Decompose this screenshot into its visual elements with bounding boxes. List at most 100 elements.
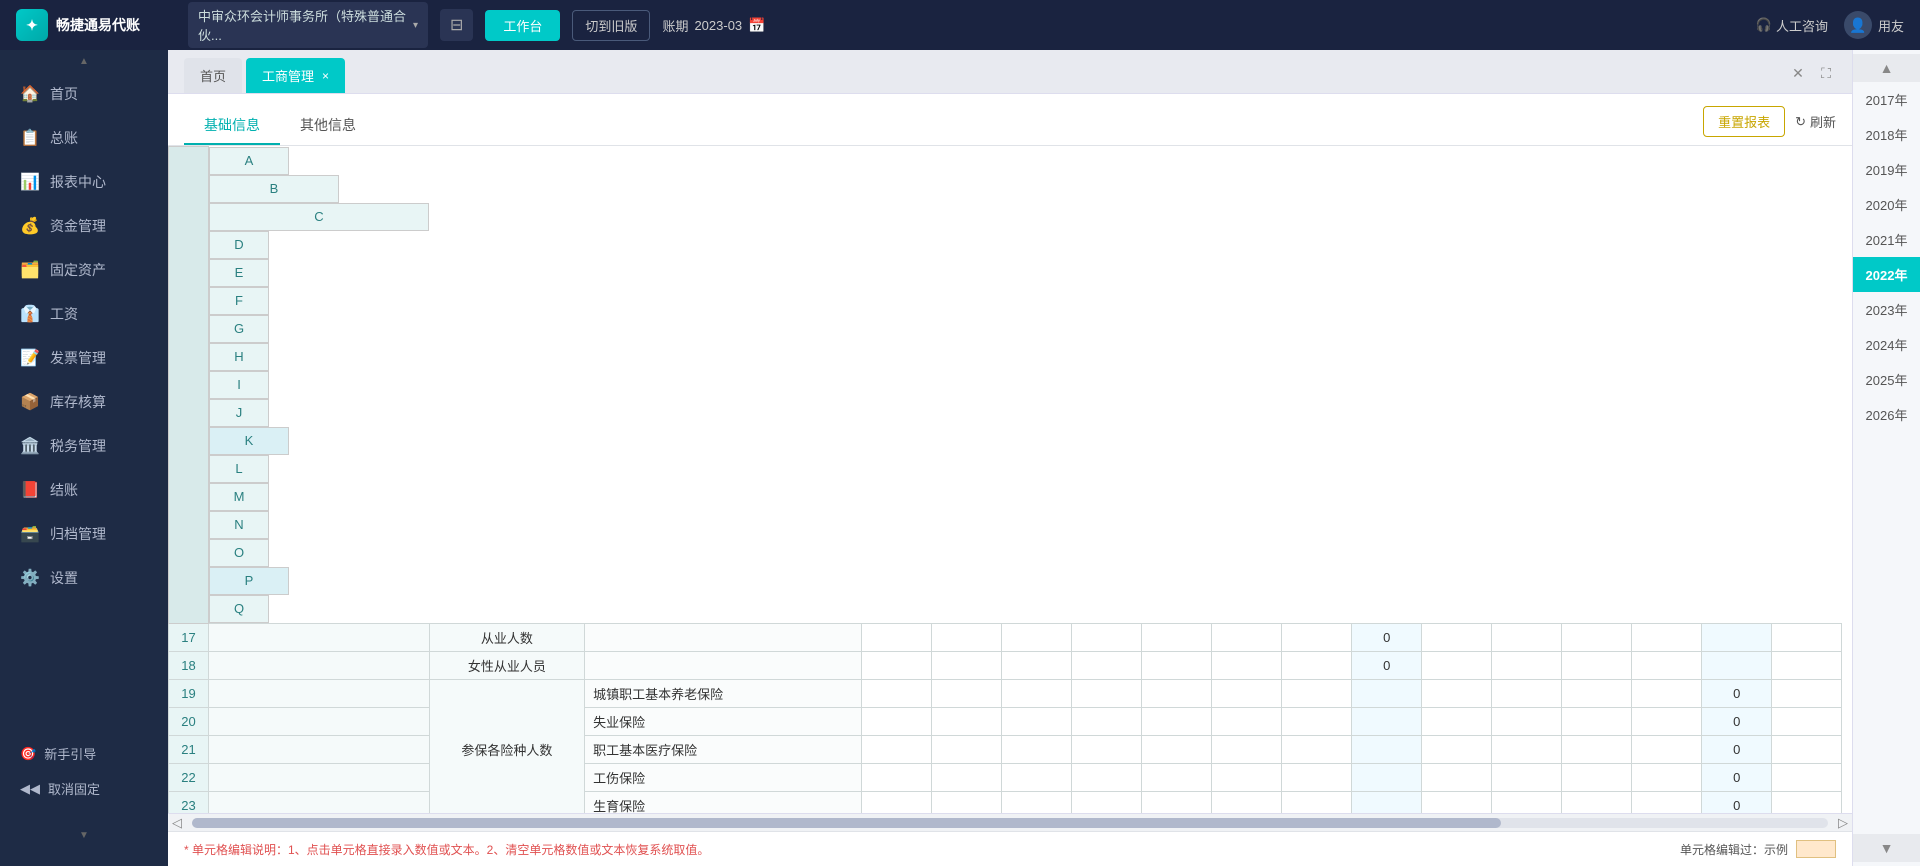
unpin-button[interactable]: ◀◀ 取消固定 (0, 771, 168, 806)
cell-d21[interactable] (862, 735, 932, 763)
expand-button[interactable]: ⛶ (1816, 64, 1836, 84)
cell-p18[interactable] (1702, 651, 1772, 679)
cell-l21[interactable] (1422, 735, 1492, 763)
cell-m20[interactable] (1492, 707, 1562, 735)
cell-h23[interactable] (1142, 791, 1212, 813)
reset-report-button[interactable]: 重置报表 (1703, 106, 1785, 137)
cell-k23[interactable] (1352, 791, 1422, 813)
scrollbar-track[interactable] (192, 818, 1829, 828)
cell-f19[interactable] (1002, 679, 1072, 707)
archive-button[interactable]: ⊟ (440, 9, 473, 41)
cell-g17[interactable] (1072, 623, 1142, 651)
cell-p22[interactable]: 0 (1702, 763, 1772, 791)
cell-f21[interactable] (1002, 735, 1072, 763)
sidebar-item-home[interactable]: 🏠 首页 (0, 72, 168, 116)
horizontal-scrollbar[interactable]: ◁ ▷ (168, 813, 1852, 831)
cell-o19[interactable] (1632, 679, 1702, 707)
sidebar-scroll-down[interactable]: ▼ (0, 824, 168, 846)
cell-j22[interactable] (1282, 763, 1352, 791)
cell-j20[interactable] (1282, 707, 1352, 735)
cell-p23[interactable]: 0 (1702, 791, 1772, 813)
cell-i18[interactable] (1212, 651, 1282, 679)
sub-tab-other[interactable]: 其他信息 (280, 107, 376, 145)
grid-scroll[interactable]: A B C D E F G H I J K L M (168, 146, 1852, 813)
cell-o20[interactable] (1632, 707, 1702, 735)
company-selector[interactable]: 中审众环会计师事务所（特殊普通合伙... ▾ (188, 2, 428, 48)
sidebar-item-ledger[interactable]: 📋 总账 (0, 116, 168, 160)
cell-h19[interactable] (1142, 679, 1212, 707)
year-item-2017[interactable]: 2017年 (1853, 82, 1920, 117)
cell-j23[interactable] (1282, 791, 1352, 813)
cell-q18[interactable] (1772, 651, 1842, 679)
cell-k17[interactable]: 0 (1352, 623, 1422, 651)
cell-n17[interactable] (1562, 623, 1632, 651)
cell-d23[interactable] (862, 791, 932, 813)
cell-h21[interactable] (1142, 735, 1212, 763)
sidebar-item-invoice[interactable]: 📝 发票管理 (0, 336, 168, 380)
cell-i22[interactable] (1212, 763, 1282, 791)
cell-c18[interactable] (585, 651, 862, 679)
cell-o17[interactable] (1632, 623, 1702, 651)
cell-m17[interactable] (1492, 623, 1562, 651)
cell-n20[interactable] (1562, 707, 1632, 735)
cell-a23[interactable] (209, 791, 430, 813)
cell-g22[interactable] (1072, 763, 1142, 791)
sidebar-item-archive[interactable]: 🗃️ 归档管理 (0, 512, 168, 556)
cell-b19[interactable]: 参保各险种人数 (429, 679, 585, 813)
cell-f20[interactable] (1002, 707, 1072, 735)
cell-f22[interactable] (1002, 763, 1072, 791)
cell-e18[interactable] (932, 651, 1002, 679)
year-scroll-down[interactable]: ▼ (1853, 834, 1920, 862)
sidebar-item-payroll[interactable]: 👔 工资 (0, 292, 168, 336)
cell-b18[interactable]: 女性从业人员 (429, 651, 585, 679)
cell-h17[interactable] (1142, 623, 1212, 651)
workbench-button[interactable]: 工作台 (485, 10, 560, 41)
scrollbar-thumb[interactable] (192, 818, 1502, 828)
tab-home[interactable]: 首页 (184, 58, 242, 93)
cell-a18[interactable] (209, 651, 430, 679)
new-guide-button[interactable]: 🎯 新手引导 (0, 736, 168, 771)
cell-o18[interactable] (1632, 651, 1702, 679)
tab-workbench[interactable]: 工商管理 × (246, 58, 345, 93)
cell-q19[interactable] (1772, 679, 1842, 707)
cell-d20[interactable] (862, 707, 932, 735)
cell-l22[interactable] (1422, 763, 1492, 791)
cell-e19[interactable] (932, 679, 1002, 707)
cell-n21[interactable] (1562, 735, 1632, 763)
close-button[interactable]: ✕ (1788, 64, 1808, 84)
cell-c20[interactable]: 失业保险 (585, 707, 862, 735)
cell-c19[interactable]: 城镇职工基本养老保险 (585, 679, 862, 707)
year-item-2026[interactable]: 2026年 (1853, 397, 1920, 432)
cell-e22[interactable] (932, 763, 1002, 791)
cell-l17[interactable] (1422, 623, 1492, 651)
cell-e21[interactable] (932, 735, 1002, 763)
cell-p17[interactable] (1702, 623, 1772, 651)
cell-e17[interactable] (932, 623, 1002, 651)
cell-g21[interactable] (1072, 735, 1142, 763)
sidebar-item-fixed[interactable]: 🗂️ 固定资产 (0, 248, 168, 292)
cell-i23[interactable] (1212, 791, 1282, 813)
year-item-2019[interactable]: 2019年 (1853, 152, 1920, 187)
cell-q23[interactable] (1772, 791, 1842, 813)
refresh-button[interactable]: ↻ 刷新 (1795, 112, 1836, 131)
cell-q20[interactable] (1772, 707, 1842, 735)
cell-f23[interactable] (1002, 791, 1072, 813)
cell-c21[interactable]: 职工基本医疗保险 (585, 735, 862, 763)
cell-p21[interactable]: 0 (1702, 735, 1772, 763)
cell-m21[interactable] (1492, 735, 1562, 763)
sub-tab-basic[interactable]: 基础信息 (184, 107, 280, 145)
cell-c22[interactable]: 工伤保险 (585, 763, 862, 791)
cell-l23[interactable] (1422, 791, 1492, 813)
cell-e20[interactable] (932, 707, 1002, 735)
cell-g18[interactable] (1072, 651, 1142, 679)
year-item-2018[interactable]: 2018年 (1853, 117, 1920, 152)
cell-l19[interactable] (1422, 679, 1492, 707)
tab-close-button[interactable]: × (322, 69, 329, 83)
cell-g19[interactable] (1072, 679, 1142, 707)
sidebar-item-inventory[interactable]: 📦 库存核算 (0, 380, 168, 424)
cell-i19[interactable] (1212, 679, 1282, 707)
sidebar-item-settings[interactable]: ⚙️ 设置 (0, 556, 168, 600)
scroll-right-button[interactable]: ▷ (1828, 815, 1848, 831)
cell-m23[interactable] (1492, 791, 1562, 813)
cell-h22[interactable] (1142, 763, 1212, 791)
